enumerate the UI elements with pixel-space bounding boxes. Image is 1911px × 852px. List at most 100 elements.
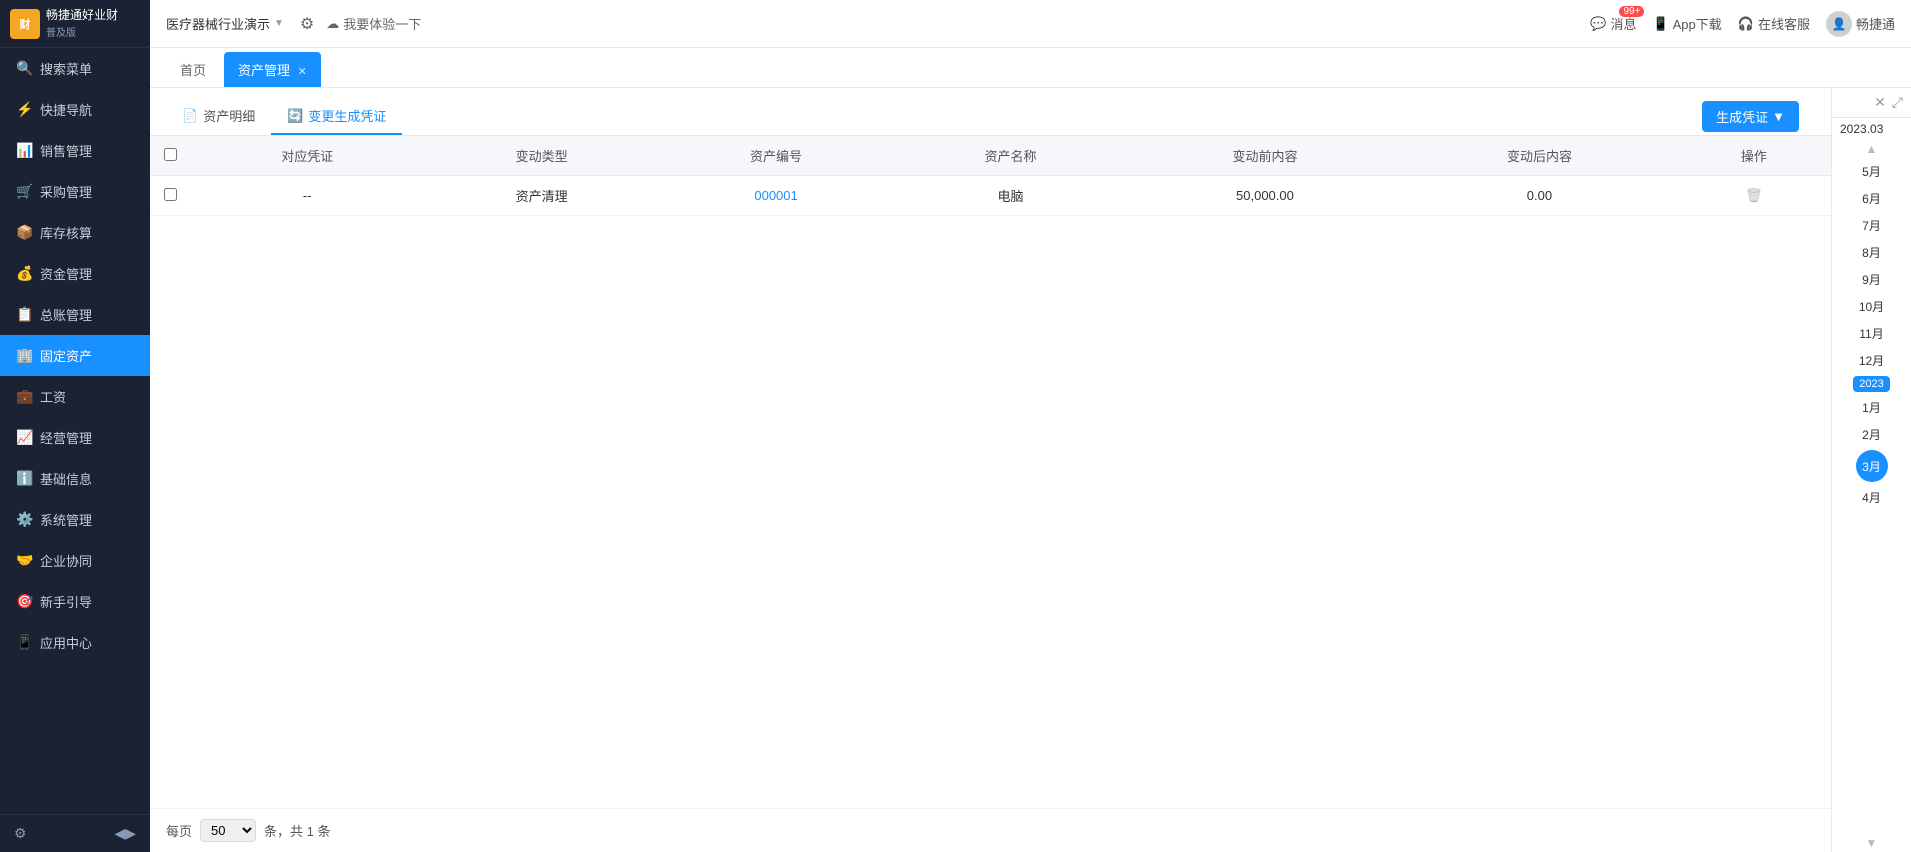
cloud-icon: ☁	[326, 16, 339, 32]
month-item[interactable]: 5月	[1832, 158, 1911, 185]
generate-voucher-btn[interactable]: 生成凭证 ▼	[1702, 101, 1799, 132]
year-2023-badge[interactable]: 2023	[1853, 376, 1889, 392]
cell-operation: 🗑	[1677, 176, 1831, 216]
th-operation: 操作	[1677, 136, 1831, 176]
month-item-2023[interactable]: 2月	[1832, 421, 1911, 448]
ledger-icon: 📋	[16, 306, 32, 323]
scroll-down-icon[interactable]: ▼	[1832, 834, 1911, 852]
app-download-btn[interactable]: 📱 App下载	[1652, 14, 1721, 33]
sidebar-item-label-tutorial: 新手引导	[40, 592, 92, 611]
nav-tabs: 首页 资产管理 ✕	[150, 48, 1911, 88]
settings-icon[interactable]: ⚙	[14, 825, 27, 842]
panel-close-icon[interactable]: ✕	[1874, 94, 1886, 111]
tab-close-icon[interactable]: ✕	[298, 66, 307, 78]
row-checkbox-cell	[150, 176, 190, 216]
th-voucher: 对应凭证	[190, 136, 424, 176]
sidebar-item-label-operation: 经营管理	[40, 428, 92, 447]
delete-row-icon[interactable]: 🗑	[1745, 187, 1763, 203]
table-header-row: 对应凭证 变动类型 资产编号 资产名称 变动前内容 变动后内容 操作	[150, 136, 1831, 176]
sidebar-item-system[interactable]: ⚙️ 系统管理	[0, 499, 150, 540]
table-footer: 每页 50 10 20 100 条，共 1 条	[150, 808, 1831, 852]
experience-label: 我要体验一下	[343, 14, 421, 33]
sidebar-item-app-center[interactable]: 📱 应用中心	[0, 622, 150, 663]
month-item[interactable]: 9月	[1832, 266, 1911, 293]
content-area: 📄 资产明细 🔄 变更生成凭证 生成凭证 ▼	[150, 88, 1831, 852]
month-item[interactable]: 11月	[1832, 320, 1911, 347]
fund-icon: 💰	[16, 265, 32, 282]
cell-change-type: 资产清理	[424, 176, 658, 216]
sub-tab-change-voucher-label: 变更生成凭证	[308, 106, 386, 125]
sidebar-item-enterprise[interactable]: 🤝 企业协同	[0, 540, 150, 581]
month-item[interactable]: 6月	[1832, 185, 1911, 212]
company-selector[interactable]: 医疗器械行业演示 ▼	[166, 14, 284, 33]
tab-home-label: 首页	[180, 63, 206, 78]
sidebar-item-quick-nav[interactable]: ⚡ 快捷导航	[0, 89, 150, 130]
sidebar-item-label-system: 系统管理	[40, 510, 92, 529]
tab-home[interactable]: 首页	[166, 52, 220, 87]
sidebar-item-fixed-asset[interactable]: 🏢 固定资产	[0, 335, 150, 376]
sidebar-item-sales[interactable]: 📊 销售管理	[0, 130, 150, 171]
row-checkbox-0[interactable]	[164, 188, 177, 201]
scroll-up-icon[interactable]: ▲	[1832, 140, 1911, 158]
sidebar-item-label-enterprise: 企业协同	[40, 551, 92, 570]
month-item-2023[interactable]: 1月	[1832, 394, 1911, 421]
th-before-change: 变动前内容	[1128, 136, 1403, 176]
panel-title: 2023.03	[1832, 118, 1911, 140]
message-btn[interactable]: 💬 消息 99+	[1590, 14, 1636, 33]
enterprise-icon: 🤝	[16, 552, 32, 569]
month-item[interactable]: 8月	[1832, 239, 1911, 266]
panel-expand-icon[interactable]: ⤢	[1892, 94, 1903, 111]
month-list: 5月6月7月8月9月10月11月12月 2023 1月2月3月4月	[1832, 158, 1911, 834]
cell-before-change: 50,000.00	[1128, 176, 1403, 216]
tab-asset-mgmt[interactable]: 资产管理 ✕	[224, 52, 321, 87]
sidebar-item-ledger[interactable]: 📋 总账管理	[0, 294, 150, 335]
total-label: 条，共 1 条	[264, 821, 330, 840]
th-change-type: 变动类型	[424, 136, 658, 176]
sidebar-item-fund[interactable]: 💰 资金管理	[0, 253, 150, 294]
sidebar-item-tutorial[interactable]: 🎯 新手引导	[0, 581, 150, 622]
month-item[interactable]: 7月	[1832, 212, 1911, 239]
user-menu[interactable]: 👤 畅捷通	[1826, 11, 1895, 37]
cell-asset-code: 000001	[659, 176, 893, 216]
sidebar-item-inventory[interactable]: 📦 库存核算	[0, 212, 150, 253]
per-page-select[interactable]: 50 10 20 100	[200, 819, 256, 842]
basic-info-icon: ℹ️	[16, 470, 32, 487]
per-page-label: 每页	[166, 821, 192, 840]
month-item-2023[interactable]: 4月	[1832, 484, 1911, 511]
collapse-icon[interactable]: ◀▶	[114, 825, 136, 842]
select-all-checkbox[interactable]	[164, 148, 177, 161]
month-item[interactable]: 12月	[1832, 347, 1911, 374]
sub-tab-asset-detail[interactable]: 📄 资产明细	[166, 98, 271, 135]
sidebar-item-label-purchase: 采购管理	[40, 182, 92, 201]
message-icon: 💬	[1590, 16, 1606, 32]
sub-tabs: 📄 资产明细 🔄 变更生成凭证 生成凭证 ▼	[150, 88, 1831, 136]
app-icon: 📱	[1652, 16, 1668, 32]
table-row: -- 资产清理 000001 电脑 50,000.00 0.00 🗑	[150, 176, 1831, 216]
user-avatar: 👤	[1826, 11, 1852, 37]
topbar: 医疗器械行业演示 ▼ ⚙ ☁ 我要体验一下 💬 消息 99+ 📱 App下载 🎧…	[150, 0, 1911, 48]
sidebar-item-operation[interactable]: 📈 经营管理	[0, 417, 150, 458]
app-download-label: App下载	[1673, 14, 1722, 33]
sidebar-item-basic-info[interactable]: ℹ️ 基础信息	[0, 458, 150, 499]
logo-sub: 普及版	[46, 24, 118, 39]
right-panel-header: ✕ ⤢	[1832, 88, 1911, 118]
month-item[interactable]: 10月	[1832, 293, 1911, 320]
settings-gear-icon[interactable]: ⚙	[300, 14, 314, 34]
sub-tab-change-voucher[interactable]: 🔄 变更生成凭证	[271, 98, 402, 135]
month-item-2023[interactable]: 3月	[1856, 450, 1888, 482]
sidebar-item-label-inventory: 库存核算	[40, 223, 92, 242]
search-icon: 🔍	[16, 60, 32, 77]
inventory-icon: 📦	[16, 224, 32, 241]
sidebar-item-search[interactable]: 🔍 搜索菜单	[0, 48, 150, 89]
asset-detail-icon: 📄	[182, 108, 198, 124]
sidebar-item-purchase[interactable]: 🛒 采购管理	[0, 171, 150, 212]
sidebar-item-payroll[interactable]: 💼 工资	[0, 376, 150, 417]
tab-asset-mgmt-label: 资产管理	[238, 63, 290, 78]
support-icon: 🎧	[1738, 16, 1754, 32]
year-2023-row: 2023	[1832, 374, 1911, 394]
sidebar-item-label-quick-nav: 快捷导航	[40, 100, 92, 119]
experience-btn[interactable]: ☁ 我要体验一下	[326, 14, 421, 33]
payroll-icon: 💼	[16, 388, 32, 405]
online-support-btn[interactable]: 🎧 在线客服	[1738, 14, 1810, 33]
th-checkbox	[150, 136, 190, 176]
